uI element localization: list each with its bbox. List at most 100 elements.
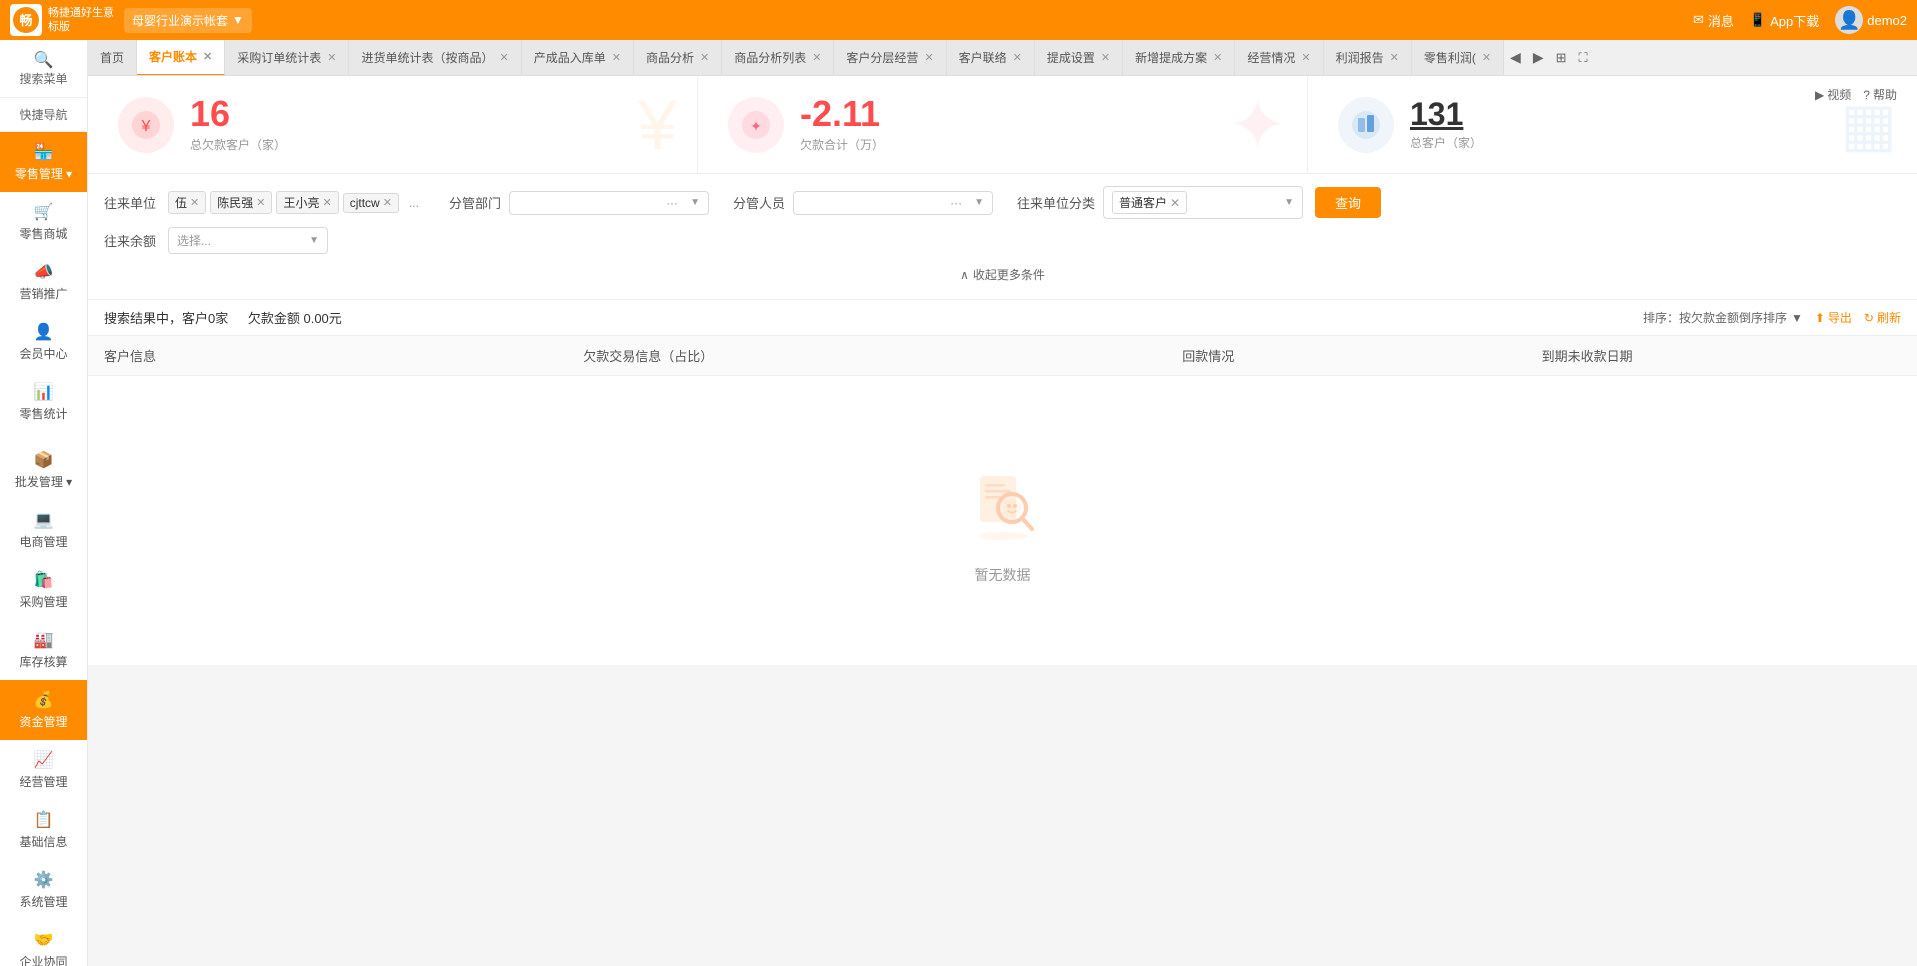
sidebar-item-finance-mgmt[interactable]: 💰 资金管理 bbox=[0, 680, 87, 740]
tab-close-profit-report[interactable]: ✕ bbox=[1390, 51, 1399, 64]
tab-operation-status[interactable]: 经营情况 ✕ bbox=[1235, 40, 1323, 76]
sidebar-quick-nav[interactable]: 快捷导航 bbox=[0, 98, 87, 132]
tab-product-entry[interactable]: 产成品入库单 ✕ bbox=[522, 40, 634, 76]
tab-close-purchase-stats[interactable]: ✕ bbox=[500, 51, 509, 64]
sidebar-item-system-mgmt[interactable]: ⚙️ 系统管理 bbox=[0, 860, 87, 920]
tab-fullscreen[interactable]: ⛶ bbox=[1573, 40, 1594, 76]
member-center-icon: 👤 bbox=[34, 322, 54, 342]
sidebar-item-marketing[interactable]: 📣 营销推广 bbox=[0, 252, 87, 312]
play-icon: ▶ bbox=[1815, 88, 1824, 102]
sidebar-item-label: 系统管理 bbox=[19, 893, 67, 910]
sidebar-item-purchase-mgmt[interactable]: 🛍️ 采购管理 bbox=[0, 560, 87, 620]
messages-button[interactable]: ✉ 消息 bbox=[1693, 11, 1734, 30]
search-amount-text: 欠款金额 0.00元 bbox=[248, 311, 342, 326]
tab-nav-left[interactable]: ◀ bbox=[1504, 40, 1527, 76]
balance-arrow-icon: ▼ bbox=[309, 235, 319, 246]
export-button[interactable]: ⬆ 导出 bbox=[1815, 309, 1852, 326]
balance-select[interactable]: 选择... ▼ bbox=[168, 227, 328, 254]
sidebar-item-basic-info[interactable]: 📋 基础信息 bbox=[0, 800, 87, 860]
company-tag-wang: 王小亮 ✕ bbox=[276, 191, 338, 214]
svg-text:¥: ¥ bbox=[141, 118, 151, 135]
tag-close-wang[interactable]: ✕ bbox=[323, 196, 332, 209]
tab-close-add-improve[interactable]: ✕ bbox=[1213, 51, 1222, 64]
sidebar-item-enterprise-coop[interactable]: 🤝 企业协同 bbox=[0, 920, 87, 966]
person-select[interactable]: ··· ▼ bbox=[793, 191, 993, 215]
tab-close-improve-settings[interactable]: ✕ bbox=[1101, 51, 1110, 64]
tab-close-product-entry[interactable]: ✕ bbox=[612, 51, 621, 64]
sidebar-item-retail-mgmt[interactable]: 🏪 零售管理 ▾ bbox=[0, 132, 87, 192]
user-avatar-area[interactable]: 👤 demo2 bbox=[1835, 6, 1907, 34]
stat-debt-value: -2.11 bbox=[800, 96, 884, 132]
collapse-up-icon: ∧ bbox=[960, 268, 969, 282]
stat-bg-icon-1: ¥ bbox=[638, 85, 677, 165]
tab-close-customer-contact[interactable]: ✕ bbox=[1013, 51, 1022, 64]
sidebar-item-label: 零售管理 ▾ bbox=[15, 165, 72, 182]
finance-mgmt-icon: 💰 bbox=[34, 690, 54, 710]
company-tag-wu: 伍 ✕ bbox=[168, 191, 206, 214]
tab-close-product-analysis-list[interactable]: ✕ bbox=[812, 51, 821, 64]
dept-select[interactable]: ··· ▼ bbox=[509, 191, 709, 215]
help-icon: ? bbox=[1863, 88, 1870, 102]
stat-customers-label: 总欠款客户（家） bbox=[190, 136, 286, 153]
sidebar-item-operation-mgmt[interactable]: 📈 经营管理 bbox=[0, 740, 87, 800]
sidebar-item-retail-stats[interactable]: 📊 零售统计 bbox=[0, 372, 87, 432]
retail-mgmt-icon: 🏪 bbox=[34, 142, 54, 162]
top-bar: 畅 畅捷通好生意 标版 母婴行业演示帐套 ▼ ✉ 消息 📱 App下载 👤 de… bbox=[0, 0, 1917, 40]
sidebar-item-ecommerce-mgmt[interactable]: 💻 电商管理 bbox=[0, 500, 87, 560]
video-link[interactable]: ▶ 视频 bbox=[1815, 86, 1851, 103]
tab-product-analysis[interactable]: 商品分析 ✕ bbox=[634, 40, 722, 76]
help-link[interactable]: ? 帮助 bbox=[1863, 86, 1897, 103]
tab-close-product-analysis[interactable]: ✕ bbox=[700, 51, 709, 64]
table-header-col-4: 到期未收款日期 bbox=[1542, 346, 1901, 365]
tag-close-cjttcw[interactable]: ✕ bbox=[383, 196, 392, 209]
tab-close-purchase-order[interactable]: ✕ bbox=[327, 51, 336, 64]
sidebar-item-label: 零售统计 bbox=[19, 405, 67, 422]
marketing-icon: 📣 bbox=[34, 262, 54, 282]
sidebar-item-label: 营销推广 bbox=[19, 285, 67, 302]
tab-close-retail-profit[interactable]: ✕ bbox=[1482, 51, 1491, 64]
store-selector[interactable]: 母婴行业演示帐套 ▼ bbox=[124, 8, 252, 33]
tab-purchase-stats[interactable]: 进货单统计表（按商品） ✕ bbox=[349, 40, 521, 76]
filter-more-btn[interactable]: ... bbox=[403, 194, 425, 212]
customer-tag-close[interactable]: ✕ bbox=[1170, 196, 1180, 210]
company-tags: 伍 ✕ 陈民强 ✕ 王小亮 ✕ cjttcw ✕ bbox=[168, 191, 425, 214]
sidebar-item-member-center[interactable]: 👤 会员中心 bbox=[0, 312, 87, 372]
person-label: 分管人员 bbox=[733, 193, 785, 212]
tab-expand[interactable]: ⊞ bbox=[1550, 40, 1573, 76]
tab-profit-report[interactable]: 利润报告 ✕ bbox=[1324, 40, 1412, 76]
sidebar: 🔍 搜索菜单 快捷导航 🏪 零售管理 ▾ 🛒 零售商城 📣 营销推广 👤 会员中… bbox=[0, 40, 88, 966]
retail-stats-icon: 📊 bbox=[34, 382, 54, 402]
sidebar-item-inventory[interactable]: 🏭 库存核算 bbox=[0, 620, 87, 680]
tab-close-operation-status[interactable]: ✕ bbox=[1301, 51, 1310, 64]
sidebar-search[interactable]: 🔍 搜索菜单 bbox=[0, 40, 87, 98]
tab-close-customer-segment[interactable]: ✕ bbox=[924, 51, 933, 64]
tab-customer-contact[interactable]: 客户联络 ✕ bbox=[947, 40, 1035, 76]
collapse-btn[interactable]: ∧ 收起更多条件 bbox=[956, 262, 1049, 287]
tab-customer-book[interactable]: 客户账本 ✕ bbox=[137, 40, 225, 76]
sidebar-item-label: 库存核算 bbox=[19, 653, 67, 670]
tag-close-chen[interactable]: ✕ bbox=[256, 196, 265, 209]
tab-product-analysis-list[interactable]: 商品分析列表 ✕ bbox=[722, 40, 834, 76]
company-type-select[interactable]: 普通客户 ✕ ▼ bbox=[1103, 186, 1303, 219]
wholesale-mgmt-icon: 📦 bbox=[34, 450, 54, 470]
query-button[interactable]: 查询 bbox=[1315, 187, 1381, 218]
ecommerce-mgmt-icon: 💻 bbox=[34, 510, 54, 530]
tab-close-customer-book[interactable]: ✕ bbox=[203, 50, 212, 63]
purchase-mgmt-icon: 🛍️ bbox=[34, 570, 54, 590]
tab-improve-settings[interactable]: 提成设置 ✕ bbox=[1035, 40, 1123, 76]
tab-add-improve[interactable]: 新增提成方案 ✕ bbox=[1123, 40, 1235, 76]
sidebar-item-wholesale-mgmt[interactable]: 📦 批发管理 ▾ bbox=[0, 440, 87, 500]
sort-select[interactable]: 排序：按欠款金额倒序排序 ▼ bbox=[1643, 309, 1803, 326]
tab-nav-right[interactable]: ▶ bbox=[1527, 40, 1550, 76]
filter-row-2: 往来余额 选择... ▼ bbox=[104, 227, 1901, 254]
tab-purchase-order[interactable]: 采购订单统计表 ✕ bbox=[225, 40, 349, 76]
tab-home[interactable]: 首页 bbox=[88, 40, 137, 76]
balance-label: 往来余额 bbox=[104, 231, 156, 250]
sidebar-item-retail-mall[interactable]: 🛒 零售商城 bbox=[0, 192, 87, 252]
tag-close-wu[interactable]: ✕ bbox=[190, 196, 199, 209]
app-download-button[interactable]: 📱 App下载 bbox=[1750, 11, 1819, 30]
tab-retail-profit[interactable]: 零售利润( ✕ bbox=[1412, 40, 1504, 76]
tab-customer-segment[interactable]: 客户分层经营 ✕ bbox=[834, 40, 946, 76]
empty-state: 暂无数据 bbox=[88, 376, 1917, 665]
refresh-button[interactable]: ↻ 刷新 bbox=[1864, 309, 1901, 326]
